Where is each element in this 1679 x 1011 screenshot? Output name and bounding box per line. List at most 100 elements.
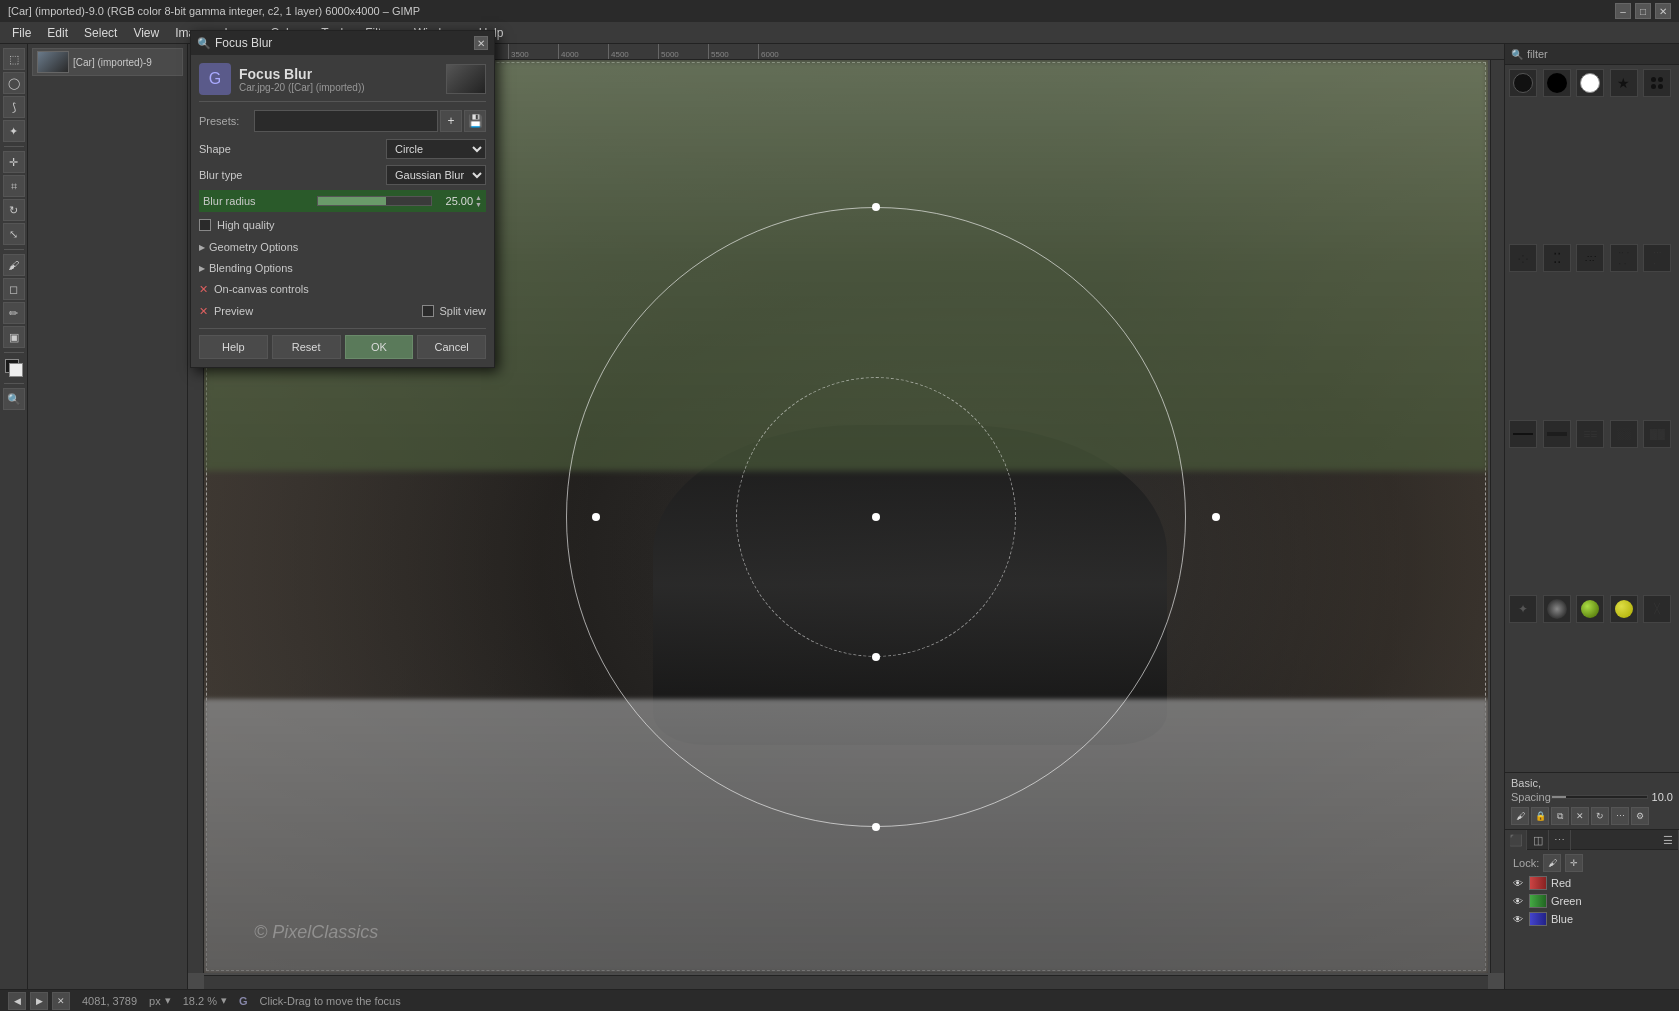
layer-thumbnail-item[interactable]: [Car] (imported)-9 [32,48,183,76]
presets-dropdown[interactable] [254,110,438,132]
brush-texture-3[interactable]: ▓▓ [1643,420,1671,448]
dialog-title-icon: 🔍 [197,37,211,50]
brush-hardness-100[interactable] [1543,69,1571,97]
blur-radius-spinner[interactable]: ▲ ▼ [475,194,482,208]
road [204,699,1488,973]
paint-icon-btn[interactable]: 🖌 [1511,807,1529,825]
high-quality-checkbox[interactable] [199,219,211,231]
blur-radius-number[interactable]: 25.00 [446,195,474,207]
lock-pos-btn[interactable]: ✛ [1565,854,1583,872]
brush-scatter-2[interactable]: ⁚⁚ [1543,244,1571,272]
brush-line-1[interactable] [1509,420,1537,448]
menu-select[interactable]: Select [76,24,125,42]
tool-paintbrush[interactable]: 🖌 [3,254,25,276]
dialog-titlebar[interactable]: 🔍 Focus Blur ✕ [191,31,494,55]
canvas-horizontal-scrollbar[interactable] [204,975,1488,989]
filter-text[interactable]: filter [1527,48,1548,60]
spin-down-icon[interactable]: ▼ [475,201,482,208]
layer-row-red[interactable]: 👁 Red [1507,874,1677,892]
more-icon-btn[interactable]: ⋯ [1611,807,1629,825]
brush-special-1[interactable]: ✦ [1509,595,1537,623]
unit-value: px [149,995,161,1007]
layers-tab-settings[interactable]: ☰ [1657,830,1679,850]
tool-zoom[interactable]: 🔍 [3,388,25,410]
split-view-checkbox[interactable] [422,305,434,317]
menu-file[interactable]: File [4,24,39,42]
tool-ellipse-select[interactable]: ◯ [3,72,25,94]
copy-icon-btn[interactable]: ⧉ [1551,807,1569,825]
preview-x-icon[interactable]: ✕ [199,305,208,318]
brush-dots[interactable] [1643,69,1671,97]
menu-edit[interactable]: Edit [39,24,76,42]
tool-colors[interactable] [3,357,25,379]
brush-special-2[interactable] [1543,595,1571,623]
menu-view[interactable]: View [125,24,167,42]
zoom-dropdown-icon[interactable]: ▾ [221,994,227,1007]
layers-tab-channels[interactable]: ◫ [1527,830,1549,850]
brush-spray[interactable]: ·· ·· · [1610,244,1638,272]
status-prev-btn[interactable]: ◀ [8,992,26,1010]
brush-scatter-3[interactable]: ∴∵ [1576,244,1604,272]
spacing-bar[interactable] [1551,795,1648,799]
brush-scatter-4[interactable]: ···· [1643,244,1671,272]
blur-radius-slider[interactable] [317,196,433,206]
tool-rect-select[interactable]: ⬚ [3,48,25,70]
layer-row-blue[interactable]: 👁 Blue [1507,910,1677,928]
brush-texture-2[interactable]: ░░ [1610,420,1638,448]
background-color[interactable] [9,363,23,377]
refresh-icon-btn[interactable]: ↻ [1591,807,1609,825]
layer-eye-green[interactable]: 👁 [1511,894,1525,908]
tool-bucket-fill[interactable]: ▣ [3,326,25,348]
brush-scatter-1[interactable]: ·:· [1509,244,1537,272]
blur-radius-row: Blur radius 25.00 ▲ ▼ [199,190,486,212]
brush-white-circle[interactable] [1576,69,1604,97]
spin-up-icon[interactable]: ▲ [475,194,482,201]
canvas-vertical-scrollbar[interactable] [1490,60,1504,973]
lock-paint-btn[interactable]: 🖌 [1543,854,1561,872]
preset-save-button[interactable]: 💾 [464,110,486,132]
status-info-btn[interactable]: ✕ [52,992,70,1010]
brush-hardness-050[interactable] [1509,69,1537,97]
layer-eye-red[interactable]: 👁 [1511,876,1525,890]
layer-row-green[interactable]: 👁 Green [1507,892,1677,910]
ok-button[interactable]: OK [345,335,414,359]
brush-special-5[interactable]: ╳ [1643,595,1671,623]
lock-icon-btn[interactable]: 🔒 [1531,807,1549,825]
brush-texture-1[interactable]: ≡≡ [1576,420,1604,448]
statusbar: ◀ ▶ ✕ 4081, 3789 px ▾ 18.2 % ▾ G Click-D… [0,989,1679,1011]
brush-apple-green[interactable] [1576,595,1604,623]
minimize-button[interactable]: – [1615,3,1631,19]
geometry-options-row[interactable]: ▶ Geometry Options [199,238,486,256]
tool-crop[interactable]: ⌗ [3,175,25,197]
tool-pencil[interactable]: ✏ [3,302,25,324]
help-button[interactable]: Help [199,335,268,359]
blending-options-row[interactable]: ▶ Blending Options [199,259,486,277]
unit-dropdown-icon[interactable]: ▾ [165,994,171,1007]
tool-move[interactable]: ✛ [3,151,25,173]
layers-tab-more[interactable]: ⋯ [1549,830,1571,850]
brush-star[interactable]: ★ [1610,69,1638,97]
layers-tab-colors[interactable]: ⬛ [1505,830,1527,850]
titlebar-controls: – □ ✕ [1615,3,1671,19]
tool-scale[interactable]: ⤡ [3,223,25,245]
dialog-plugin-icon: G [199,63,231,95]
maximize-button[interactable]: □ [1635,3,1651,19]
tool-free-select[interactable]: ⟆ [3,96,25,118]
tool-eraser[interactable]: ◻ [3,278,25,300]
dialog-close-button[interactable]: ✕ [474,36,488,50]
brush-line-2[interactable] [1543,420,1571,448]
shape-dropdown[interactable]: Circle Rectangle Diamond [386,139,486,159]
delete-icon-btn[interactable]: ✕ [1571,807,1589,825]
cancel-button[interactable]: Cancel [417,335,486,359]
status-next-btn[interactable]: ▶ [30,992,48,1010]
brush-apple-yellow[interactable] [1610,595,1638,623]
close-button[interactable]: ✕ [1655,3,1671,19]
tool-rotate[interactable]: ↻ [3,199,25,221]
tool-fuzzy-select[interactable]: ✦ [3,120,25,142]
on-canvas-x-icon[interactable]: ✕ [199,283,208,296]
reset-button[interactable]: Reset [272,335,341,359]
blur-type-dropdown[interactable]: Gaussian Blur Linear Blur Zoom Blur [386,165,486,185]
settings-icon-btn[interactable]: ⚙ [1631,807,1649,825]
layer-eye-blue[interactable]: 👁 [1511,912,1525,926]
preset-add-button[interactable]: + [440,110,462,132]
